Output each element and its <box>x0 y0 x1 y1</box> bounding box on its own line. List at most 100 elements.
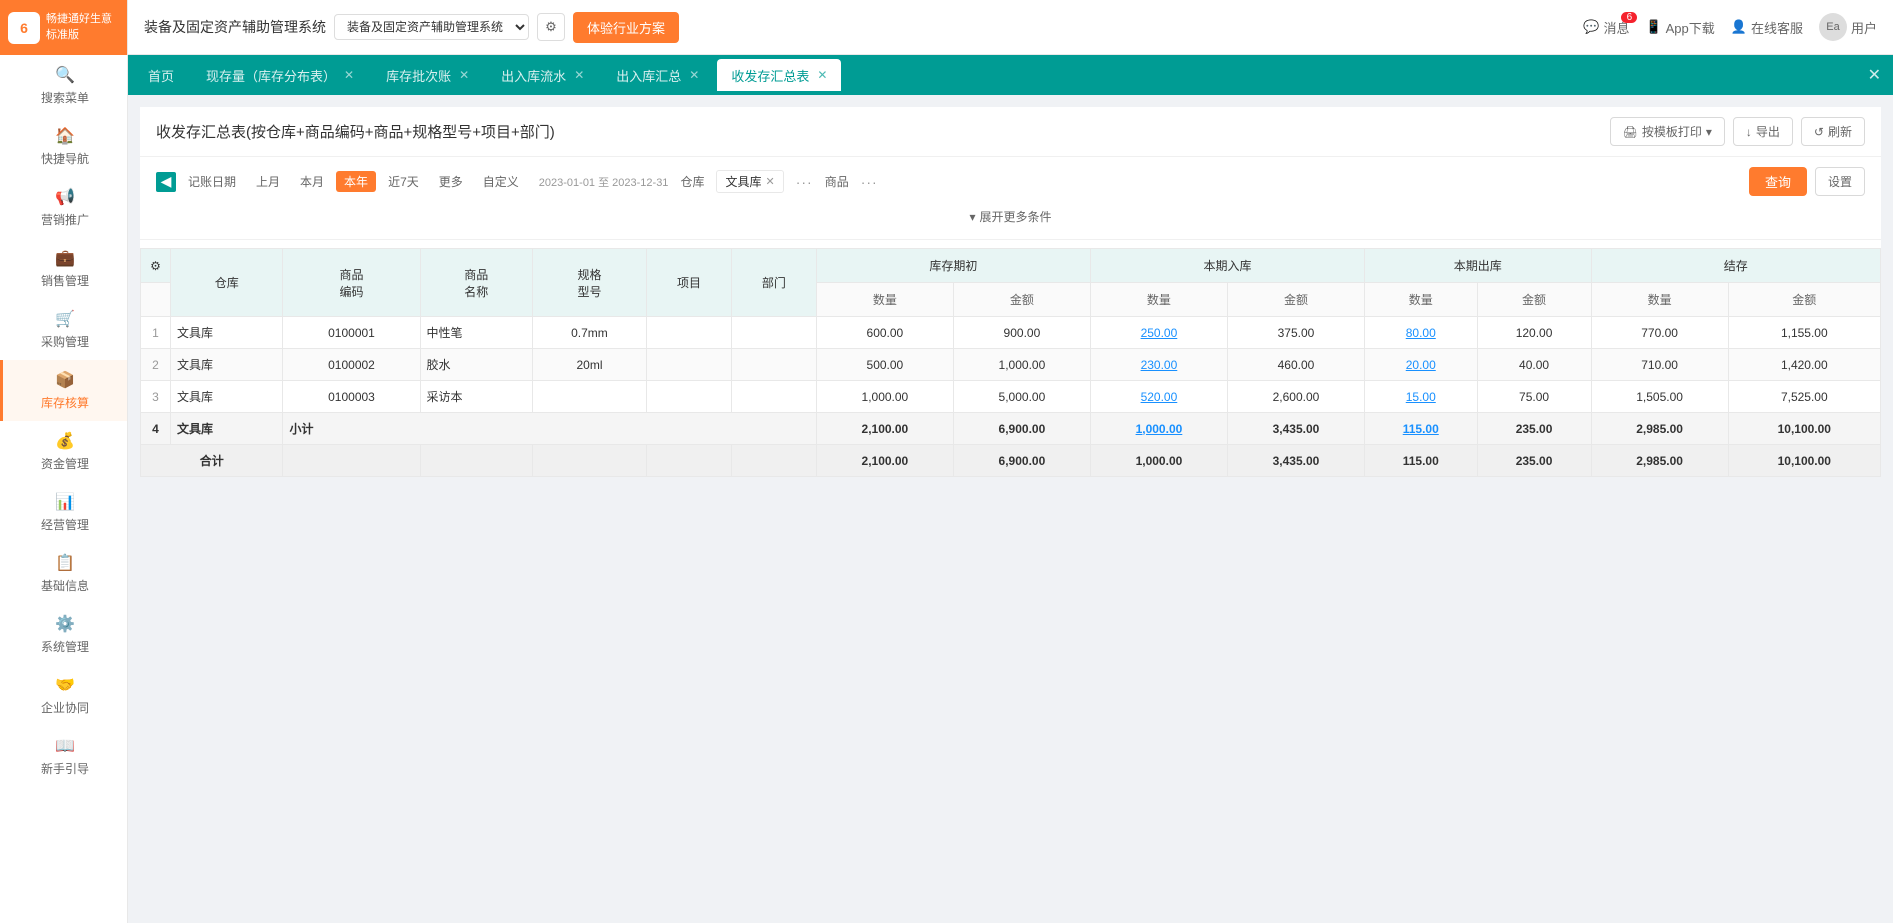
th-gear[interactable]: ⚙ <box>141 249 171 283</box>
date-btn-7days[interactable]: 近7天 <box>380 171 427 192</box>
tab-close-batch_ledger[interactable]: ✕ <box>459 68 469 82</box>
tab-inventory_dist[interactable]: 现存量（库存分布表）✕ <box>192 59 368 91</box>
sidebar-item-system[interactable]: ⚙️系统管理 <box>0 604 127 665</box>
th-open-amt: 金额 <box>953 283 1090 317</box>
row-num: 1 <box>141 317 171 349</box>
sidebar-item-basic[interactable]: 📋基础信息 <box>0 543 127 604</box>
sidebar-item-label: 库存核算 <box>41 394 89 411</box>
subtotal-in-qty: 1,000.00 <box>1090 413 1227 445</box>
main-area: 装备及固定资产辅助管理系统 装备及固定资产辅助管理系统 ⚙ 体验行业方案 💬 消… <box>128 0 1893 923</box>
refresh-icon: ↺ <box>1814 125 1824 139</box>
main-table: ⚙ 仓库 商品编码 商品名称 规格型号 项目 部门 库存期初 本期入库 本期出库… <box>140 248 1881 477</box>
row-in-qty[interactable]: 250.00 <box>1090 317 1227 349</box>
row-name: 中性笔 <box>420 317 532 349</box>
sidebar-item-search[interactable]: 🔍搜索菜单 <box>0 55 127 116</box>
expand-conditions-button[interactable]: ▾ 展开更多条件 <box>969 208 1051 225</box>
system-title: 装备及固定资产辅助管理系统 <box>144 17 326 37</box>
warehouse-tag-close[interactable]: ✕ <box>765 175 774 188</box>
row-open-qty: 500.00 <box>816 349 953 381</box>
warehouse-filter-tag[interactable]: 文具库 ✕ <box>716 170 783 193</box>
total-open-qty: 2,100.00 <box>816 445 953 477</box>
service-icon: 👤 <box>1731 19 1747 35</box>
th-spec: 规格型号 <box>532 249 646 317</box>
config-button[interactable]: ⚙ <box>537 13 565 41</box>
table-row: 2 文具库 0100002 胶水 20ml 500.00 1,000.00 23… <box>141 349 1881 381</box>
date-range-display: 2023-01-01 至 2023-12-31 <box>539 174 669 190</box>
tab-home[interactable]: 首页 <box>134 59 188 91</box>
row-bal-amt: 1,155.00 <box>1728 317 1880 349</box>
row-dept <box>731 317 816 349</box>
th-bal-amt: 金额 <box>1728 283 1880 317</box>
sidebar-item-collab[interactable]: 🤝企业协同 <box>0 665 127 726</box>
tab-close-inout_flow[interactable]: ✕ <box>574 68 584 82</box>
date-btn-custom[interactable]: 自定义 <box>475 171 527 192</box>
tab-close-inventory_dist[interactable]: ✕ <box>344 68 354 82</box>
row-num: 2 <box>141 349 171 381</box>
row-open-qty: 1,000.00 <box>816 381 953 413</box>
row-name: 采访本 <box>420 381 532 413</box>
row-project <box>646 381 731 413</box>
row-out-qty[interactable]: 15.00 <box>1364 381 1477 413</box>
row-bal-qty: 770.00 <box>1591 317 1728 349</box>
page-title: 收发存汇总表(按仓库+商品编码+商品+规格型号+项目+部门) <box>156 121 555 142</box>
th-period-in: 本期入库 <box>1090 249 1364 283</box>
sidebar-item-finance[interactable]: 💰资金管理 <box>0 421 127 482</box>
filter-row-1: ◀ 记账日期 上月 本月 本年 近7天 更多 自定义 2023-01-01 至 … <box>156 167 1865 196</box>
sidebar-item-inventory[interactable]: 📦库存核算 <box>0 360 127 421</box>
date-btn-this-year[interactable]: 本年 <box>336 171 376 192</box>
tab-close-inout_summary[interactable]: ✕ <box>689 68 699 82</box>
tab-close-stock_summary[interactable]: ✕ <box>817 68 827 82</box>
tab-batch_ledger[interactable]: 库存批次账✕ <box>372 59 483 91</box>
th-in-qty: 数量 <box>1090 283 1227 317</box>
purchase-icon: 🛒 <box>55 309 75 329</box>
row-in-qty[interactable]: 230.00 <box>1090 349 1227 381</box>
search-icon: 🔍 <box>55 65 75 85</box>
sidebar-item-quick[interactable]: 🏠快捷导航 <box>0 116 127 177</box>
table-area: ⚙ 仓库 商品编码 商品名称 规格型号 项目 部门 库存期初 本期入库 本期出库… <box>140 248 1881 477</box>
row-code: 0100002 <box>283 349 420 381</box>
app-download-item[interactable]: 📱 App下载 <box>1645 18 1714 37</box>
tab-inout_summary[interactable]: 出入库汇总✕ <box>602 59 713 91</box>
collapse-button[interactable]: ◀ <box>156 172 176 192</box>
subtotal-warehouse: 文具库 <box>171 413 283 445</box>
row-in-qty[interactable]: 520.00 <box>1090 381 1227 413</box>
sidebar-item-guide[interactable]: 📖新手引导 <box>0 726 127 787</box>
refresh-button[interactable]: ↺ 刷新 <box>1801 117 1865 146</box>
finance-icon: 💰 <box>55 431 75 451</box>
query-button[interactable]: 查询 <box>1749 167 1807 196</box>
sidebar-item-purchase[interactable]: 🛒采购管理 <box>0 299 127 360</box>
system-select[interactable]: 装备及固定资产辅助管理系统 <box>334 14 529 40</box>
sidebar-item-sales[interactable]: 💼销售管理 <box>0 238 127 299</box>
warehouse-dots[interactable]: ··· <box>796 174 813 190</box>
total-bal-qty: 2,985.00 <box>1591 445 1728 477</box>
trial-button[interactable]: 体验行业方案 <box>573 12 679 43</box>
row-out-qty[interactable]: 20.00 <box>1364 349 1477 381</box>
print-button[interactable]: 🖨 按模板打印 ▾ <box>1610 117 1725 146</box>
date-btn-more[interactable]: 更多 <box>431 171 471 192</box>
export-button[interactable]: ↓ 导出 <box>1733 117 1793 146</box>
setting-button[interactable]: 设置 <box>1815 167 1865 196</box>
expand-label: 展开更多条件 <box>980 208 1052 225</box>
message-item[interactable]: 💬 消息 6 <box>1583 18 1629 37</box>
total-row: 合计 2,100.00 6,900.00 1,000.00 3,435.00 1… <box>141 445 1881 477</box>
user-item[interactable]: Ea 用户 <box>1819 13 1877 41</box>
content-card: 收发存汇总表(按仓库+商品编码+商品+规格型号+项目+部门) 🖨 按模板打印 ▾… <box>140 107 1881 477</box>
date-btn-last-month[interactable]: 上月 <box>248 171 288 192</box>
row-out-qty[interactable]: 80.00 <box>1364 317 1477 349</box>
date-btn-this-month[interactable]: 本月 <box>292 171 332 192</box>
top-header-right: 💬 消息 6 📱 App下载 👤 在线客服 Ea 用户 <box>1583 13 1877 41</box>
message-badge: 6 <box>1621 12 1637 23</box>
online-service-item[interactable]: 👤 在线客服 <box>1731 18 1803 37</box>
expand-more-row: ▾ 展开更多条件 <box>156 204 1865 229</box>
total-open-amt: 6,900.00 <box>953 445 1090 477</box>
sidebar-item-operation[interactable]: 📊经营管理 <box>0 482 127 543</box>
total-label-cell: 合计 <box>141 445 283 477</box>
tab-stock_summary[interactable]: 收发存汇总表✕ <box>717 59 841 91</box>
sidebar-item-marketing[interactable]: 📢营销推广 <box>0 177 127 238</box>
tab-inout_flow[interactable]: 出入库流水✕ <box>487 59 598 91</box>
tab-bar-close[interactable]: ✕ <box>1860 65 1889 85</box>
user-avatar: Ea <box>1819 13 1847 41</box>
goods-dots[interactable]: ··· <box>861 174 878 190</box>
sidebar-item-label: 企业协同 <box>41 699 89 716</box>
row-code: 0100003 <box>283 381 420 413</box>
